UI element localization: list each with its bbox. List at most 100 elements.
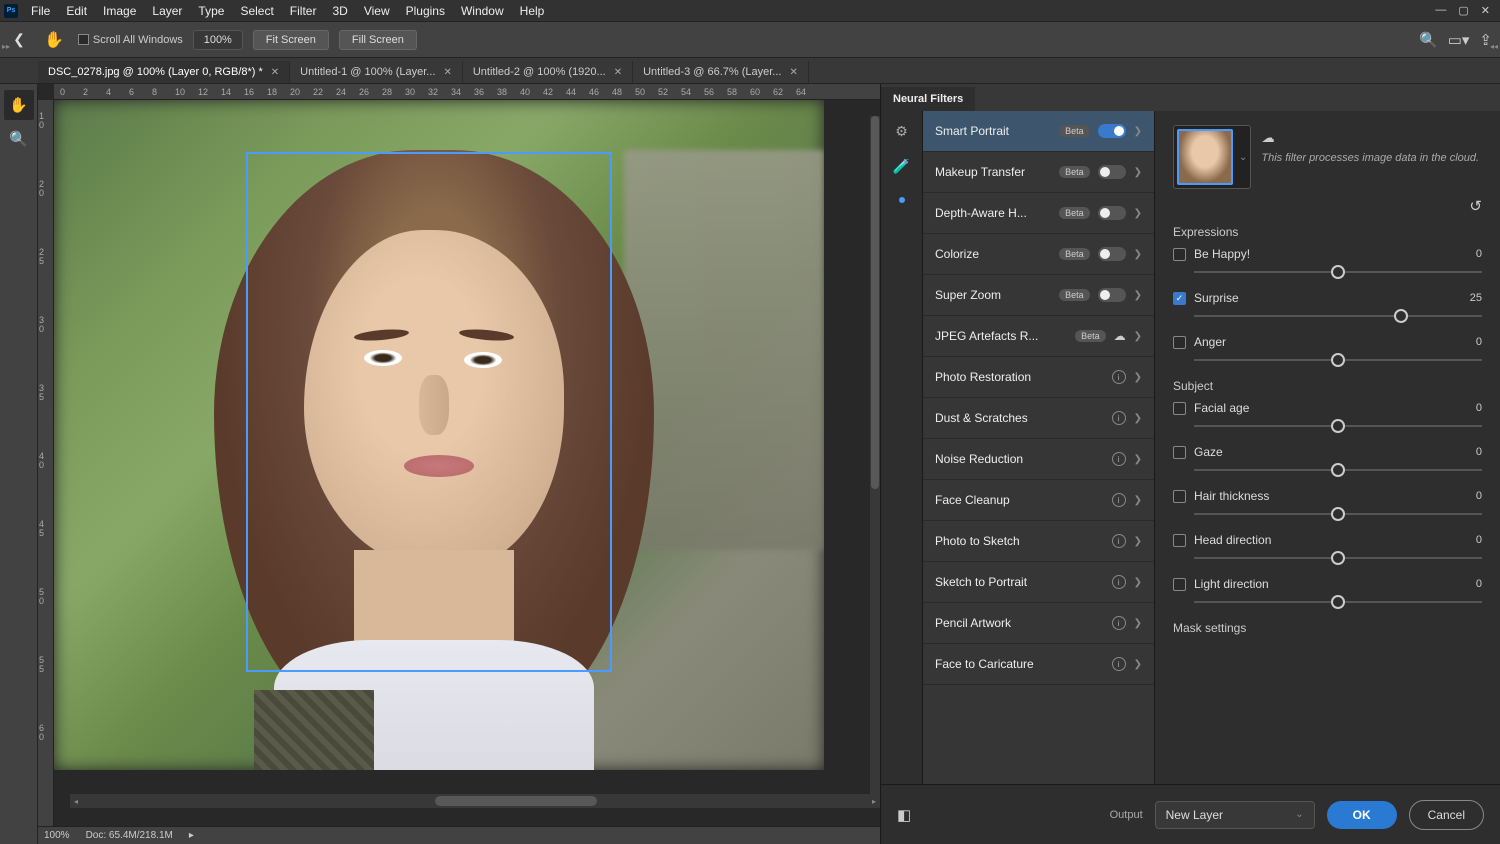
document-tab[interactable]: Untitled-1 @ 100% (Layer...✕ bbox=[290, 61, 463, 83]
param-checkbox[interactable] bbox=[1173, 402, 1186, 415]
filter-row[interactable]: Super ZoomBeta❯ bbox=[923, 275, 1154, 316]
filter-toggle[interactable] bbox=[1098, 206, 1126, 220]
close-tab-icon[interactable]: ✕ bbox=[271, 67, 279, 78]
filter-row[interactable]: Photo to Sketchi❯ bbox=[923, 521, 1154, 562]
param-slider[interactable] bbox=[1194, 419, 1482, 433]
param-label: Facial age bbox=[1194, 401, 1454, 415]
menu-help[interactable]: Help bbox=[513, 1, 552, 21]
filter-row[interactable]: Face Cleanupi❯ bbox=[923, 480, 1154, 521]
filter-toggle[interactable] bbox=[1098, 247, 1126, 261]
status-zoom[interactable]: 100% bbox=[44, 830, 70, 841]
horizontal-scrollbar[interactable]: ◂ ▸ bbox=[70, 794, 880, 808]
cloud-download-icon[interactable]: ☁ bbox=[1114, 329, 1126, 343]
document-tab[interactable]: Untitled-3 @ 66.7% (Layer...✕ bbox=[633, 61, 809, 83]
expand-left-icon[interactable]: ▸▸ bbox=[2, 42, 10, 51]
beaker-icon[interactable]: 🧪 bbox=[893, 158, 910, 175]
filter-row[interactable]: Pencil Artworki❯ bbox=[923, 603, 1154, 644]
filter-row[interactable]: Noise Reductioni❯ bbox=[923, 439, 1154, 480]
filter-row[interactable]: Depth-Aware H...Beta❯ bbox=[923, 193, 1154, 234]
scroll-all-windows-checkbox[interactable]: Scroll All Windows bbox=[78, 34, 183, 46]
layer-preview-icon[interactable]: ◧ bbox=[897, 806, 911, 824]
neural-filters-tab[interactable]: Neural Filters bbox=[881, 87, 975, 111]
param-checkbox[interactable] bbox=[1173, 248, 1186, 261]
menu-bar: FileEditImageLayerTypeSelectFilter3DView… bbox=[24, 1, 1435, 21]
document-tab[interactable]: Untitled-2 @ 100% (1920...✕ bbox=[463, 61, 633, 83]
close-tab-icon[interactable]: ✕ bbox=[443, 67, 451, 78]
zoom-tool[interactable]: 🔍 bbox=[4, 124, 34, 154]
menu-file[interactable]: File bbox=[24, 1, 57, 21]
ok-button[interactable]: OK bbox=[1327, 801, 1397, 829]
param-value: 0 bbox=[1462, 446, 1482, 458]
param-slider[interactable] bbox=[1194, 463, 1482, 477]
maximize-button[interactable]: ▢ bbox=[1458, 4, 1468, 17]
info-icon[interactable]: i bbox=[1112, 370, 1126, 384]
filter-toggle[interactable] bbox=[1098, 288, 1126, 302]
filter-name: Photo Restoration bbox=[935, 370, 1104, 384]
info-icon[interactable]: i bbox=[1112, 534, 1126, 548]
fit-screen-button[interactable]: Fit Screen bbox=[253, 30, 329, 50]
reset-icon[interactable]: ↺ bbox=[1469, 198, 1482, 215]
param-slider[interactable] bbox=[1194, 507, 1482, 521]
filter-toggle[interactable] bbox=[1098, 165, 1126, 179]
vertical-scrollbar[interactable] bbox=[870, 116, 880, 794]
filter-row[interactable]: ColorizeBeta❯ bbox=[923, 234, 1154, 275]
face-picker[interactable]: ⌄ bbox=[1173, 125, 1251, 189]
param-slider[interactable] bbox=[1194, 309, 1482, 323]
menu-view[interactable]: View bbox=[357, 1, 397, 21]
param-checkbox[interactable] bbox=[1173, 490, 1186, 503]
info-icon[interactable]: i bbox=[1112, 493, 1126, 507]
param-checkbox[interactable] bbox=[1173, 578, 1186, 591]
chevron-right-icon: ❯ bbox=[1134, 331, 1142, 342]
zoom-display[interactable]: 100% bbox=[193, 30, 243, 50]
info-icon[interactable]: i bbox=[1112, 452, 1126, 466]
status-arrow-icon[interactable]: ▸ bbox=[189, 830, 194, 841]
filter-row[interactable]: Photo Restorationi❯ bbox=[923, 357, 1154, 398]
minimize-button[interactable]: — bbox=[1435, 4, 1446, 17]
info-icon[interactable]: i bbox=[1112, 575, 1126, 589]
info-icon[interactable]: i bbox=[1112, 411, 1126, 425]
filter-row[interactable]: Face to Caricaturei❯ bbox=[923, 644, 1154, 685]
info-icon[interactable]: i bbox=[1112, 616, 1126, 630]
filter-row[interactable]: JPEG Artefacts R...Beta☁❯ bbox=[923, 316, 1154, 357]
document-tab[interactable]: DSC_0278.jpg @ 100% (Layer 0, RGB/8*) *✕ bbox=[38, 61, 290, 83]
close-tab-icon[interactable]: ✕ bbox=[614, 67, 622, 78]
sliders-icon[interactable]: ⚙ bbox=[895, 123, 908, 140]
filter-row[interactable]: Smart PortraitBeta❯ bbox=[923, 111, 1154, 152]
filter-row[interactable]: Makeup TransferBeta❯ bbox=[923, 152, 1154, 193]
filter-row[interactable]: Dust & Scratchesi❯ bbox=[923, 398, 1154, 439]
hand-tool-icon[interactable]: ✋ bbox=[44, 30, 64, 50]
filter-name: Colorize bbox=[935, 247, 1051, 261]
menu-select[interactable]: Select bbox=[233, 1, 280, 21]
param-slider[interactable] bbox=[1194, 551, 1482, 565]
close-window-button[interactable]: ✕ bbox=[1481, 4, 1490, 17]
menu-window[interactable]: Window bbox=[454, 1, 511, 21]
param-slider[interactable] bbox=[1194, 595, 1482, 609]
workspace-switcher-icon[interactable]: ▭▾ bbox=[1448, 31, 1470, 49]
filter-toggle[interactable] bbox=[1098, 124, 1126, 138]
info-icon[interactable]: i bbox=[1112, 657, 1126, 671]
menu-3d[interactable]: 3D bbox=[325, 1, 354, 21]
chevron-down-icon: ⌄ bbox=[1239, 152, 1247, 163]
expand-right-icon[interactable]: ◂◂ bbox=[1490, 42, 1498, 51]
output-select[interactable]: New Layer ⌄ bbox=[1155, 801, 1315, 829]
menu-edit[interactable]: Edit bbox=[59, 1, 94, 21]
menu-plugins[interactable]: Plugins bbox=[399, 1, 452, 21]
menu-layer[interactable]: Layer bbox=[145, 1, 189, 21]
hand-tool[interactable]: ✋ bbox=[4, 90, 34, 120]
search-icon[interactable]: 🔍 bbox=[1419, 31, 1438, 49]
back-button[interactable]: ❮ bbox=[8, 29, 30, 51]
param-checkbox[interactable] bbox=[1173, 534, 1186, 547]
param-checkbox[interactable]: ✓ bbox=[1173, 292, 1186, 305]
cancel-button[interactable]: Cancel bbox=[1409, 800, 1484, 830]
menu-type[interactable]: Type bbox=[191, 1, 231, 21]
filter-row[interactable]: Sketch to Portraiti❯ bbox=[923, 562, 1154, 603]
param-slider[interactable] bbox=[1194, 353, 1482, 367]
fill-screen-button[interactable]: Fill Screen bbox=[339, 30, 417, 50]
menu-image[interactable]: Image bbox=[96, 1, 143, 21]
close-tab-icon[interactable]: ✕ bbox=[789, 67, 797, 78]
canvas[interactable]: ◂ ▸ bbox=[54, 100, 880, 826]
menu-filter[interactable]: Filter bbox=[283, 1, 324, 21]
param-checkbox[interactable] bbox=[1173, 446, 1186, 459]
param-slider[interactable] bbox=[1194, 265, 1482, 279]
param-checkbox[interactable] bbox=[1173, 336, 1186, 349]
